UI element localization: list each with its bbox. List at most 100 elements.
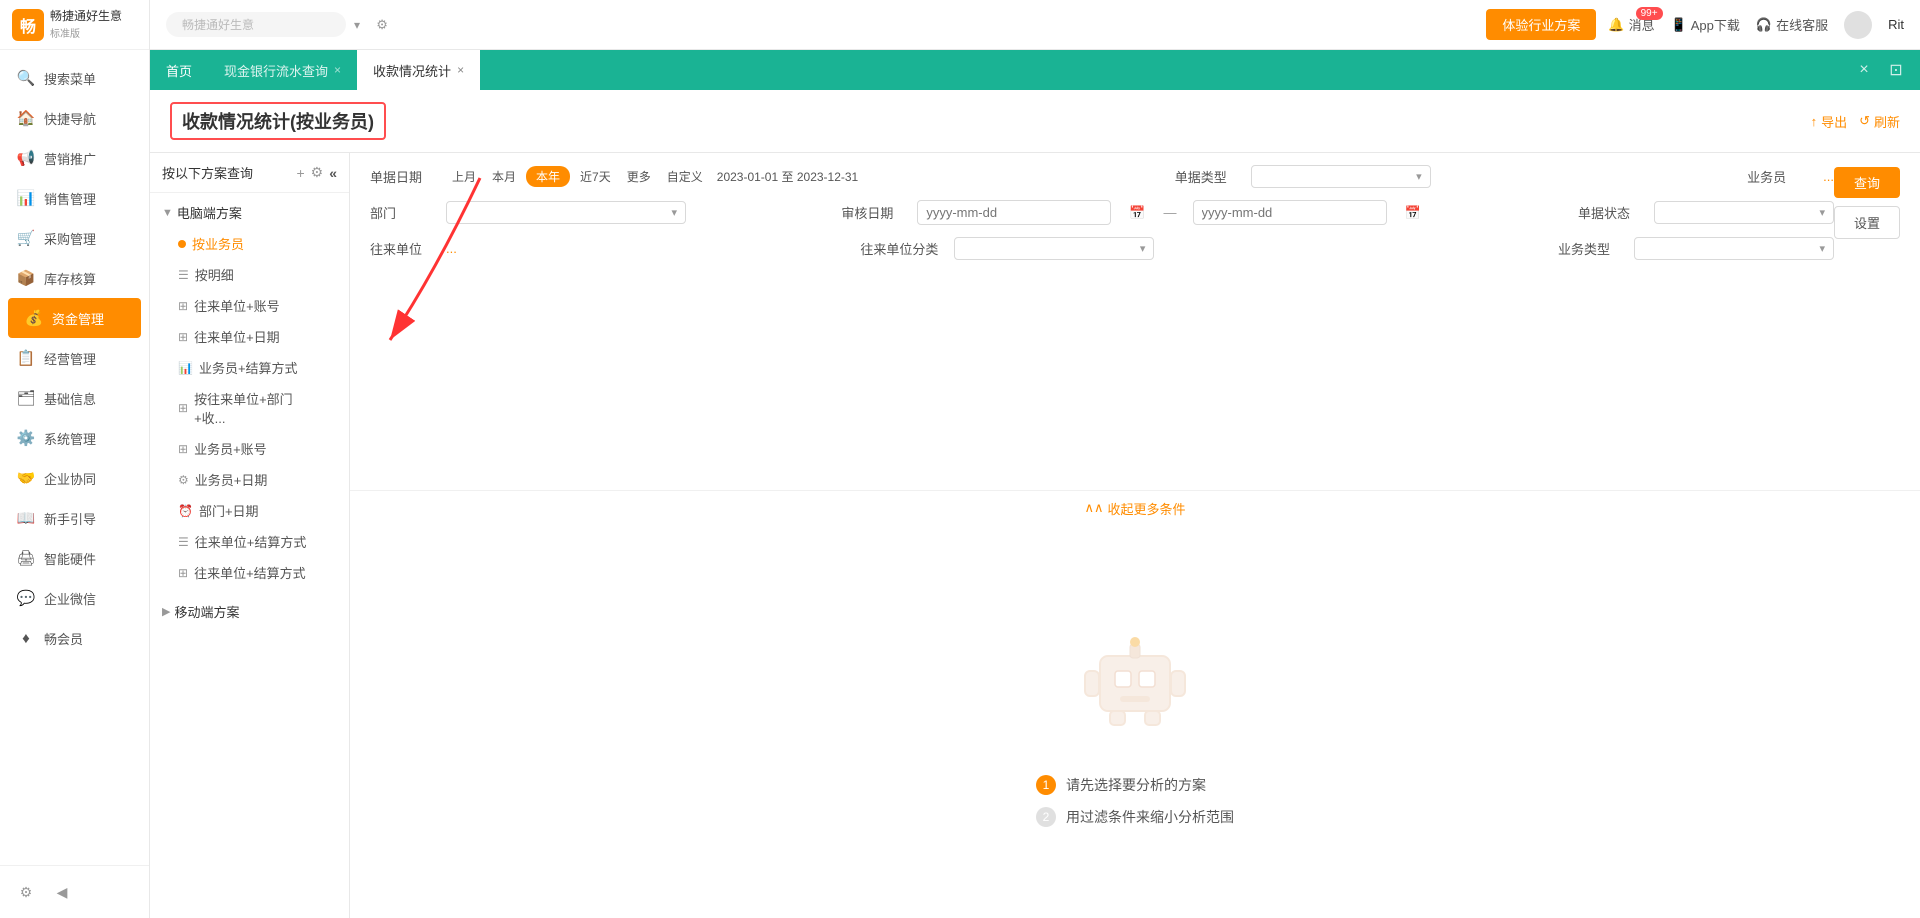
sidebar-item-finance[interactable]: 💰 资金管理 [8,298,141,338]
page-title-box: 收款情况统计(按业务员) [170,102,386,140]
scheme-add-icon[interactable]: + [296,165,304,181]
sidebar-item-purchase[interactable]: 🛒 采购管理 [0,218,149,258]
scheme-item-by-salesman[interactable]: 按业务员 [150,228,349,259]
sidebar-settings-btn[interactable]: ⚙ [12,878,40,906]
biz-type-label: 业务类型 [1558,239,1618,258]
scheme-item-dept-date[interactable]: ⏰ 部门+日期 [150,495,349,526]
header-settings-btn[interactable]: ⚙ [368,11,396,39]
filter-settings-btn[interactable]: 设置 [1834,206,1900,239]
scheme-group-desktop-header[interactable]: ▼ 电脑端方案 [150,197,349,228]
doc-type-label: 单据类型 [1175,167,1235,186]
messages-item[interactable]: 🔔 消息 99+ [1608,15,1654,34]
scheme-item-partner-account[interactable]: ⊞ 往来单位+账号 [150,290,349,321]
date-btn-last-month[interactable]: 上月 [446,166,482,187]
scheme-item-partner-dept[interactable]: ⊞ 按往来单位+部门+收... [150,383,349,433]
scheme-item-salesman-settlement[interactable]: 📊 业务员+结算方式 [150,352,349,383]
review-date-label: 审核日期 [841,203,901,222]
sidebar-item-wechat[interactable]: 💬 企业微信 [0,578,149,618]
empty-robot-icon [1075,616,1195,755]
tab-bank-flow[interactable]: 现金银行流水查询 × [208,50,357,90]
tab-receipt-stats[interactable]: 收款情况统计 × [357,50,480,90]
refresh-icon: ↺ [1859,113,1870,129]
step-2-num: 2 [1036,807,1056,827]
empty-steps: 1 请先选择要分析的方案 2 用过滤条件来缩小分析范围 [1036,775,1234,827]
chevron-down-icon: ▼ [162,207,173,219]
scheme-item-partner-settlement2[interactable]: ⊞ 往来单位+结算方式 [150,557,349,588]
page-content: 收款情况统计(按业务员) ↑ 导出 ↺ 刷新 按以下方案查询 [150,90,1920,918]
date-btn-this-month[interactable]: 本月 [486,166,522,187]
date-range-display: 2023-01-01 至 2023-12-31 [717,168,858,185]
tab-bank-flow-close[interactable]: × [334,63,341,77]
doc-type-select[interactable]: ▾ [1251,165,1431,188]
app-download-item[interactable]: 📱 App下载 [1671,15,1740,34]
online-service-item[interactable]: 🎧 在线客服 [1756,15,1828,34]
sidebar-item-operation[interactable]: 📋 经营管理 [0,338,149,378]
query-btn[interactable]: 查询 [1834,167,1900,198]
date-btn-7days[interactable]: 近7天 [574,166,617,187]
sidebar-item-marketing[interactable]: 📢 营销推广 [0,138,149,178]
scheme-header: 按以下方案查询 + ⚙ « [150,153,349,193]
scheme-group-mobile-header[interactable]: ▶ 移动端方案 [150,596,349,627]
home-icon: 🏠 [16,108,36,128]
tab-close-all-btn[interactable]: × [1852,58,1876,82]
sidebar-item-search[interactable]: 🔍 搜索菜单 [0,58,149,98]
salesman-more[interactable]: ... [1823,169,1834,184]
step-1-num: 1 [1036,775,1056,795]
sidebar-item-sales[interactable]: 📊 销售管理 [0,178,149,218]
tab-home[interactable]: 首页 [150,50,208,90]
header-right: 🔔 消息 99+ 📱 App下载 🎧 在线客服 Rit [1608,11,1904,39]
operation-icon: 📋 [16,348,36,368]
scheme-settings-icon[interactable]: ⚙ [311,164,324,181]
table-icon-1: ⊞ [178,299,188,313]
sidebar-item-member[interactable]: ♦ 畅会员 [0,618,149,658]
date-btn-custom[interactable]: 自定义 [661,166,709,187]
inventory-icon: 📦 [16,268,36,288]
sidebar-item-enterprise[interactable]: 🤝 企业协同 [0,458,149,498]
date-options-group: 上月 本月 本年 近7天 更多 自定义 2023-01-01 至 [446,166,858,187]
page-header: 收款情况统计(按业务员) ↑ 导出 ↺ 刷新 [150,90,1920,153]
user-label: Rit [1888,17,1904,32]
review-date-from[interactable] [917,200,1111,225]
enterprise-icon: 🤝 [16,468,36,488]
sidebar-item-system[interactable]: ⚙️ 系统管理 [0,418,149,458]
partner-category-select[interactable]: ▾ [954,237,1154,260]
sidebar-collapse-btn[interactable]: ◀ [48,878,76,906]
scheme-item-by-detail[interactable]: ☰ 按明细 [150,259,349,290]
trial-btn[interactable]: 体验行业方案 [1486,9,1596,40]
scheme-collapse-icon[interactable]: « [329,165,337,181]
scheme-header-actions: + ⚙ « [296,164,337,181]
refresh-btn[interactable]: ↺ 刷新 [1859,112,1900,131]
filter-row-2: 部门 ▾ 审核日期 📅 — [370,200,1834,225]
scheme-header-label: 按以下方案查询 [162,163,253,182]
partner-more[interactable]: ... [446,241,457,256]
biz-type-select[interactable]: ▾ [1634,237,1834,260]
scheme-item-partner-date[interactable]: ⊞ 往来单位+日期 [150,321,349,352]
sidebar-item-guide[interactable]: 📖 新手引导 [0,498,149,538]
tab-maximize-btn[interactable]: ⊡ [1884,58,1908,82]
doc-status-select[interactable]: ▾ [1654,201,1834,224]
scheme-item-partner-settlement1[interactable]: ☰ 往来单位+结算方式 [150,526,349,557]
sidebar-item-hardware[interactable]: 🖨 智能硬件 [0,538,149,578]
header-dropdown-arrow[interactable]: ▾ [354,18,360,32]
wechat-icon: 💬 [16,588,36,608]
sidebar-item-inventory[interactable]: 📦 库存核算 [0,258,149,298]
filter-row-1: 单据日期 上月 本月 本年 近7天 更多 自定义 [370,165,1834,188]
sidebar-item-basic[interactable]: 🗂 基础信息 [0,378,149,418]
scheme-item-salesman-date[interactable]: ⚙ 业务员+日期 [150,464,349,495]
review-date-to[interactable] [1193,200,1387,225]
date-btn-this-year[interactable]: 本年 [526,166,570,187]
date-label: 单据日期 [370,167,430,186]
sidebar-item-quick-nav[interactable]: 🏠 快捷导航 [0,98,149,138]
collapse-bar[interactable]: ∧∧ 收起更多条件 [350,490,1920,526]
dept-select[interactable]: ▾ [446,201,686,224]
active-dot-icon [178,240,186,248]
purchase-icon: 🛒 [16,228,36,248]
export-btn[interactable]: ↑ 导出 [1811,112,1848,131]
filter-right-actions: 查询 设置 [1834,165,1900,239]
date-btn-more[interactable]: 更多 [621,166,657,187]
table-icon-3: ⊞ [178,401,188,415]
search-icon: 🔍 [16,68,36,88]
tab-receipt-stats-close[interactable]: × [457,63,464,77]
scheme-item-salesman-account[interactable]: ⊞ 业务员+账号 [150,433,349,464]
user-avatar[interactable] [1844,11,1872,39]
